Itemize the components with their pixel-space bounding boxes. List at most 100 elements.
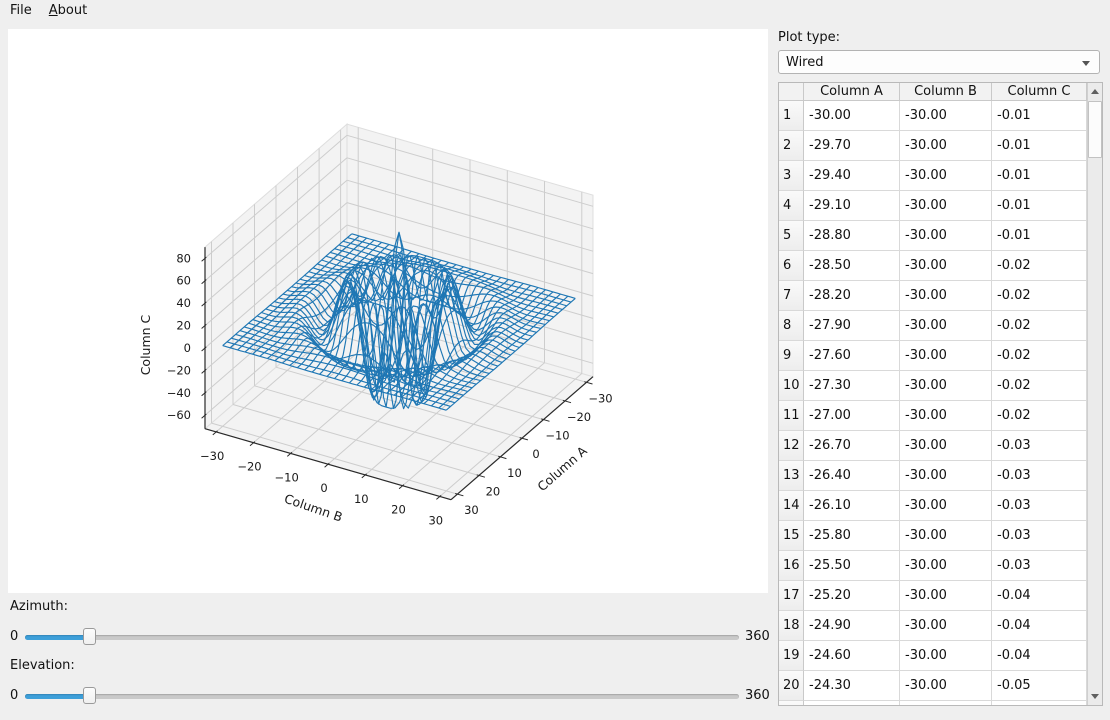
table-cell[interactable]: -29.10 [804, 191, 900, 221]
table-cell[interactable]: -30.00 [900, 251, 992, 281]
row-number-cell[interactable]: 20 [779, 671, 804, 701]
table-cell[interactable]: -30.00 [900, 551, 992, 581]
row-number-cell[interactable]: 12 [779, 431, 804, 461]
row-number-cell[interactable]: 9 [779, 341, 804, 371]
table-cell[interactable]: -0.02 [992, 401, 1087, 431]
table-cell[interactable]: -0.01 [992, 161, 1087, 191]
column-header[interactable]: Column A [804, 83, 900, 101]
table-cell[interactable]: -0.04 [992, 641, 1087, 671]
elevation-slider[interactable]: 0 360 [0, 687, 775, 705]
table-cell[interactable]: -28.20 [804, 281, 900, 311]
table-cell[interactable]: -0.03 [992, 551, 1087, 581]
table-cell[interactable]: -24.60 [804, 641, 900, 671]
table-cell[interactable]: -0.04 [992, 581, 1087, 611]
table-cell[interactable]: -27.90 [804, 311, 900, 341]
table-cell[interactable]: -25.80 [804, 521, 900, 551]
row-number-cell[interactable]: 2 [779, 131, 804, 161]
table-cell[interactable]: -0.01 [992, 191, 1087, 221]
column-header[interactable]: Column B [900, 83, 992, 101]
vertical-scrollbar[interactable] [1087, 83, 1102, 705]
table-cell[interactable]: -26.10 [804, 491, 900, 521]
slider-track[interactable] [25, 694, 739, 699]
table-cell[interactable]: -30.00 [900, 131, 992, 161]
table-cell[interactable]: -0.01 [992, 101, 1087, 131]
table-cell[interactable]: -30.00 [900, 491, 992, 521]
row-number-cell[interactable]: 19 [779, 641, 804, 671]
table-cell[interactable]: -29.40 [804, 161, 900, 191]
table-cell[interactable]: -30.00 [804, 101, 900, 131]
azimuth-slider[interactable]: 0 360 [0, 628, 775, 646]
table-cell[interactable]: -0.02 [992, 281, 1087, 311]
table-cell[interactable]: -30.00 [900, 521, 992, 551]
table-cell[interactable]: -0.04 [992, 611, 1087, 641]
table-cell[interactable]: -30.00 [900, 221, 992, 251]
table-cell[interactable]: -27.60 [804, 341, 900, 371]
scroll-up-button[interactable] [1088, 83, 1102, 100]
table-cell[interactable]: -30.00 [900, 401, 992, 431]
table-cell[interactable]: -0.02 [992, 371, 1087, 401]
table-cell[interactable]: -25.20 [804, 581, 900, 611]
slider-track[interactable] [25, 635, 739, 640]
row-number-cell[interactable]: 6 [779, 251, 804, 281]
table-cell[interactable]: -0.02 [992, 341, 1087, 371]
row-number-cell[interactable]: 1 [779, 101, 804, 131]
table-cell[interactable]: -30.00 [900, 161, 992, 191]
row-number-cell[interactable]: 3 [779, 161, 804, 191]
table-cell[interactable] [779, 701, 804, 705]
row-number-cell[interactable]: 16 [779, 551, 804, 581]
row-number-cell[interactable]: 17 [779, 581, 804, 611]
slider-handle[interactable] [83, 628, 96, 645]
table-cell[interactable]: -25.50 [804, 551, 900, 581]
plot-type-select[interactable]: Wired [778, 50, 1100, 74]
scrollbar-thumb[interactable] [1088, 101, 1102, 158]
table-cell[interactable]: -0.02 [992, 251, 1087, 281]
row-number-cell[interactable]: 15 [779, 521, 804, 551]
table-cell[interactable]: -30.00 [900, 371, 992, 401]
table-cell[interactable]: -27.00 [804, 401, 900, 431]
row-number-cell[interactable]: 11 [779, 401, 804, 431]
row-number-cell[interactable]: 8 [779, 311, 804, 341]
table-cell[interactable]: -0.03 [992, 521, 1087, 551]
table-cell[interactable]: -27.30 [804, 371, 900, 401]
table-cell[interactable]: -0.03 [992, 491, 1087, 521]
table-cell[interactable]: -30.00 [900, 281, 992, 311]
table-cell[interactable]: -0.03 [992, 461, 1087, 491]
table-cell[interactable]: -26.40 [804, 461, 900, 491]
table-cell[interactable]: -0.01 [992, 221, 1087, 251]
table-cell[interactable]: -28.80 [804, 221, 900, 251]
table-cell[interactable]: -30.00 [900, 431, 992, 461]
table-cell[interactable]: -30.00 [900, 581, 992, 611]
row-number-cell[interactable]: 4 [779, 191, 804, 221]
table-cell[interactable]: -30.00 [900, 641, 992, 671]
row-number-cell[interactable]: 14 [779, 491, 804, 521]
table-cell[interactable]: -30.00 [900, 341, 992, 371]
table-cell[interactable]: -28.50 [804, 251, 900, 281]
table-cell[interactable]: -0.02 [992, 311, 1087, 341]
table-cell[interactable]: -30.00 [900, 311, 992, 341]
column-header[interactable]: Column C [992, 83, 1087, 101]
slider-handle[interactable] [83, 687, 96, 704]
table-cell[interactable]: -24.30 [804, 671, 900, 701]
row-number-cell[interactable]: 5 [779, 221, 804, 251]
table-cell[interactable] [804, 701, 900, 705]
row-number-cell[interactable]: 13 [779, 461, 804, 491]
menu-item-about[interactable]: About [49, 3, 95, 18]
table-cell[interactable]: -30.00 [900, 611, 992, 641]
scroll-down-button[interactable] [1088, 688, 1102, 705]
row-number-cell[interactable]: 10 [779, 371, 804, 401]
table-cell[interactable]: -0.03 [992, 431, 1087, 461]
table-cell[interactable]: -30.00 [900, 101, 992, 131]
row-number-cell[interactable]: 18 [779, 611, 804, 641]
table-cell[interactable]: -26.70 [804, 431, 900, 461]
table-cell[interactable]: -30.00 [900, 191, 992, 221]
table-cell[interactable]: -0.05 [992, 671, 1087, 701]
table-cell[interactable]: -24.90 [804, 611, 900, 641]
row-number-cell[interactable]: 7 [779, 281, 804, 311]
table-cell[interactable]: -30.00 [900, 671, 992, 701]
table-cell[interactable]: -30.00 [900, 461, 992, 491]
menu-item-file[interactable]: File [10, 3, 40, 18]
table-cell[interactable] [900, 701, 992, 705]
table-cell[interactable] [992, 701, 1087, 705]
table-cell[interactable]: -29.70 [804, 131, 900, 161]
table-cell[interactable]: -0.01 [992, 131, 1087, 161]
